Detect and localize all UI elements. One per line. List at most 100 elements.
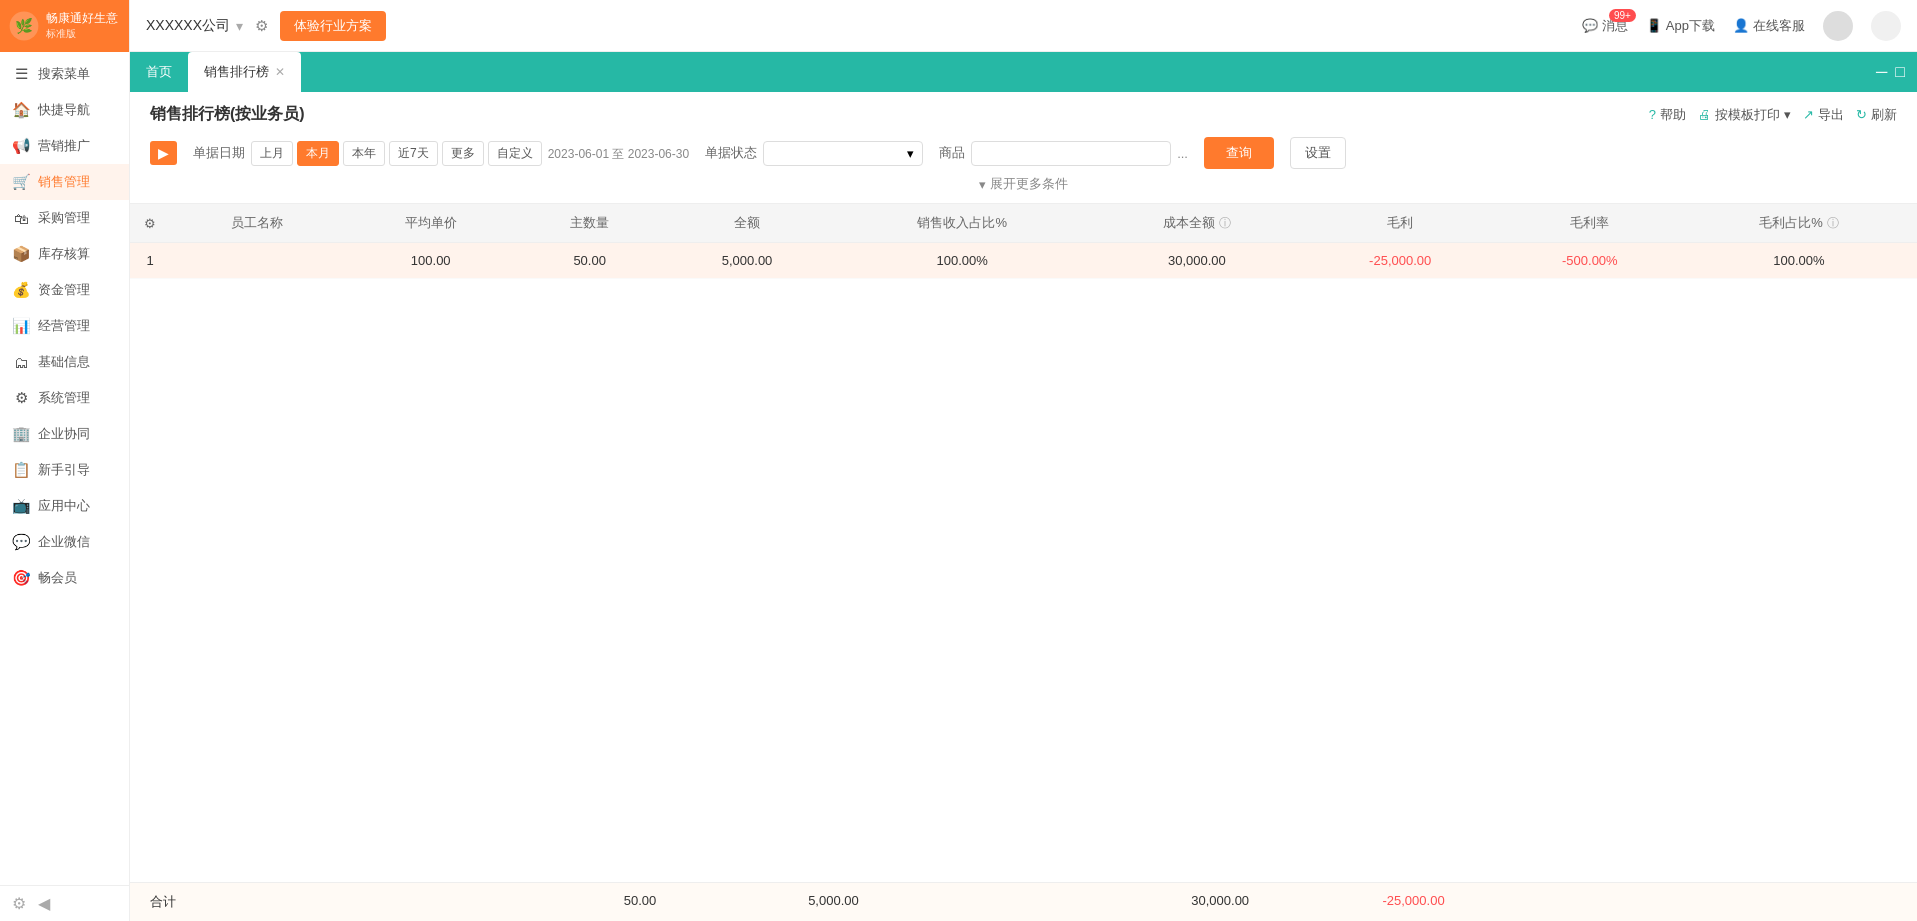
tab-minimize-icon[interactable]: ─: [1876, 63, 1887, 81]
header-right: 💬 消息 99+ 📱 App下载 👤 在线客服: [1582, 11, 1901, 41]
gross-pct-info-icon[interactable]: ⓘ: [1827, 216, 1839, 230]
print-chevron-icon: ▾: [1784, 107, 1791, 122]
sidebar-item-shortcut[interactable]: 🏠 快捷导航: [0, 92, 129, 128]
footer-settings-icon[interactable]: ⚙: [12, 894, 26, 913]
cell-gross-rate: -500.00%: [1499, 243, 1681, 279]
top-header: XXXXXX公司 ▾ ⚙ 体验行业方案 💬 消息 99+ 📱 App下载 👤 在…: [130, 0, 1917, 52]
online-service-button[interactable]: 👤 在线客服: [1733, 17, 1805, 35]
col-settings-icon[interactable]: ⚙: [144, 216, 156, 231]
sidebar-label-appstore: 应用中心: [38, 497, 90, 515]
appstore-icon: 📺: [12, 497, 30, 515]
message-button[interactable]: 💬 消息 99+: [1582, 17, 1628, 35]
date-more-btn[interactable]: 更多: [442, 141, 484, 166]
sidebar-item-enterprise[interactable]: 🏢 企业协同: [0, 416, 129, 452]
goods-filter-group: 商品 ...: [939, 141, 1188, 166]
filter-area: ▶ 单据日期 上月 本月 本年 近7天 更多 自定义 2023-06-01 至 …: [150, 137, 1897, 203]
print-button[interactable]: 🖨 按模板打印 ▾: [1698, 106, 1791, 124]
member-icon: 🎯: [12, 569, 30, 587]
cell-main-qty: 50.00: [518, 243, 662, 279]
date-this-year-btn[interactable]: 本年: [343, 141, 385, 166]
table-row: 1 100.00 50.00 5,000.00 100.00% 30,000.0…: [130, 243, 1917, 279]
query-button[interactable]: 查询: [1204, 137, 1274, 169]
message-badge: 99+: [1609, 9, 1636, 22]
tab-bar: 首页 销售排行榜 ✕ ─ □: [130, 52, 1917, 92]
purchase-icon: 🛍: [12, 210, 30, 227]
col-gross-rate: 毛利率: [1499, 204, 1681, 243]
sidebar-item-member[interactable]: 🎯 畅会员: [0, 560, 129, 596]
sidebar-label-system: 系统管理: [38, 389, 90, 407]
expand-more-btn[interactable]: ▾ 展开更多条件: [979, 175, 1068, 193]
cell-sales-pct: 100.00%: [832, 243, 1092, 279]
tab-maximize-icon[interactable]: □: [1895, 63, 1905, 81]
gear-icon[interactable]: ⚙: [255, 17, 268, 35]
sidebar-label-marketing: 营销推广: [38, 137, 90, 155]
sidebar-label-finance: 资金管理: [38, 281, 90, 299]
sidebar-item-finance[interactable]: 💰 资金管理: [0, 272, 129, 308]
sidebar-item-search-order[interactable]: ☰ 搜索菜单: [0, 56, 129, 92]
sidebar-item-wechat[interactable]: 💬 企业微信: [0, 524, 129, 560]
tab-bar-right: ─ □: [1876, 63, 1917, 81]
footer-main-qty: 50.00: [543, 893, 736, 911]
cell-gross: -25,000.00: [1302, 243, 1499, 279]
menu-icon: ☰: [12, 65, 30, 83]
date-this-month-btn[interactable]: 本月: [297, 141, 339, 166]
footer-collapse-icon[interactable]: ◀: [38, 894, 50, 913]
sidebar-label-operations: 经营管理: [38, 317, 90, 335]
date-last7-btn[interactable]: 近7天: [389, 141, 438, 166]
sidebar-item-inventory[interactable]: 📦 库存核算: [0, 236, 129, 272]
status-filter-label: 单据状态: [705, 144, 757, 162]
more-options-btn[interactable]: ...: [1177, 146, 1188, 161]
message-icon: 💬: [1582, 18, 1598, 33]
company-selector[interactable]: XXXXXX公司 ▾: [146, 17, 243, 35]
sidebar-footer: ⚙ ◀: [0, 885, 129, 921]
sidebar-item-guide[interactable]: 📋 新手引导: [0, 452, 129, 488]
cell-gross-pct: 100.00%: [1681, 243, 1917, 279]
sidebar-item-appstore[interactable]: 📺 应用中心: [0, 488, 129, 524]
table-area: ⚙ 员工名称 平均单价 主数量 全额: [130, 204, 1917, 882]
cost-info-icon[interactable]: ⓘ: [1219, 216, 1231, 230]
basic-icon: 🗂: [12, 354, 30, 371]
avatar[interactable]: [1823, 11, 1853, 41]
sidebar-item-operations[interactable]: 📊 经营管理: [0, 308, 129, 344]
sidebar-label-enterprise: 企业协同: [38, 425, 90, 443]
operations-icon: 📊: [12, 317, 30, 335]
sidebar-item-basic[interactable]: 🗂 基础信息: [0, 344, 129, 380]
page-title: 销售排行榜(按业务员): [150, 104, 305, 125]
app-download-button[interactable]: 📱 App下载: [1646, 17, 1715, 35]
col-settings: ⚙: [130, 204, 170, 243]
export-button[interactable]: ↗ 导出: [1803, 106, 1844, 124]
settings-button[interactable]: 设置: [1290, 137, 1346, 169]
sidebar-label-shortcut: 快捷导航: [38, 101, 90, 119]
table-footer: 合计 50.00 5,000.00 30,000.00 -25,000.00: [130, 882, 1917, 921]
filter-toggle-button[interactable]: ▶: [150, 141, 177, 165]
sales-icon: 🛒: [12, 173, 30, 191]
tab-close-icon[interactable]: ✕: [275, 65, 285, 79]
inventory-icon: 📦: [12, 245, 30, 263]
date-filter-buttons: 上月 本月 本年 近7天 更多 自定义: [251, 141, 542, 166]
date-custom-btn[interactable]: 自定义: [488, 141, 542, 166]
date-last-month-btn[interactable]: 上月: [251, 141, 293, 166]
sales-table: ⚙ 员工名称 平均单价 主数量 全额: [130, 204, 1917, 279]
sidebar-item-marketing[interactable]: 📢 营销推广: [0, 128, 129, 164]
footer-gross-pct: [1704, 893, 1897, 911]
cell-cost: 30,000.00: [1092, 243, 1302, 279]
sidebar-item-system[interactable]: ⚙ 系统管理: [0, 380, 129, 416]
sidebar-item-sales[interactable]: 🛒 销售管理: [0, 164, 129, 200]
filter-row: ▶ 单据日期 上月 本月 本年 近7天 更多 自定义 2023-06-01 至 …: [150, 137, 1897, 169]
trial-button[interactable]: 体验行业方案: [280, 11, 386, 41]
export-icon: ↗: [1803, 107, 1814, 122]
goods-search-input[interactable]: [971, 141, 1171, 166]
sidebar-label-sales: 销售管理: [38, 173, 90, 191]
status-select[interactable]: ▾: [763, 141, 923, 166]
help-button[interactable]: ? 帮助: [1649, 106, 1686, 124]
tab-home[interactable]: 首页: [130, 52, 188, 92]
col-total: 全额: [662, 204, 833, 243]
sidebar-label-guide: 新手引导: [38, 461, 90, 479]
cell-avg-price: 100.00: [344, 243, 518, 279]
tab-sales-rank[interactable]: 销售排行榜 ✕: [188, 52, 301, 92]
refresh-button[interactable]: ↻ 刷新: [1856, 106, 1897, 124]
expand-label: 展开更多条件: [990, 175, 1068, 193]
avatar-placeholder: [1871, 11, 1901, 41]
sidebar-item-purchase[interactable]: 🛍 采购管理: [0, 200, 129, 236]
col-employee: 员工名称: [170, 204, 344, 243]
